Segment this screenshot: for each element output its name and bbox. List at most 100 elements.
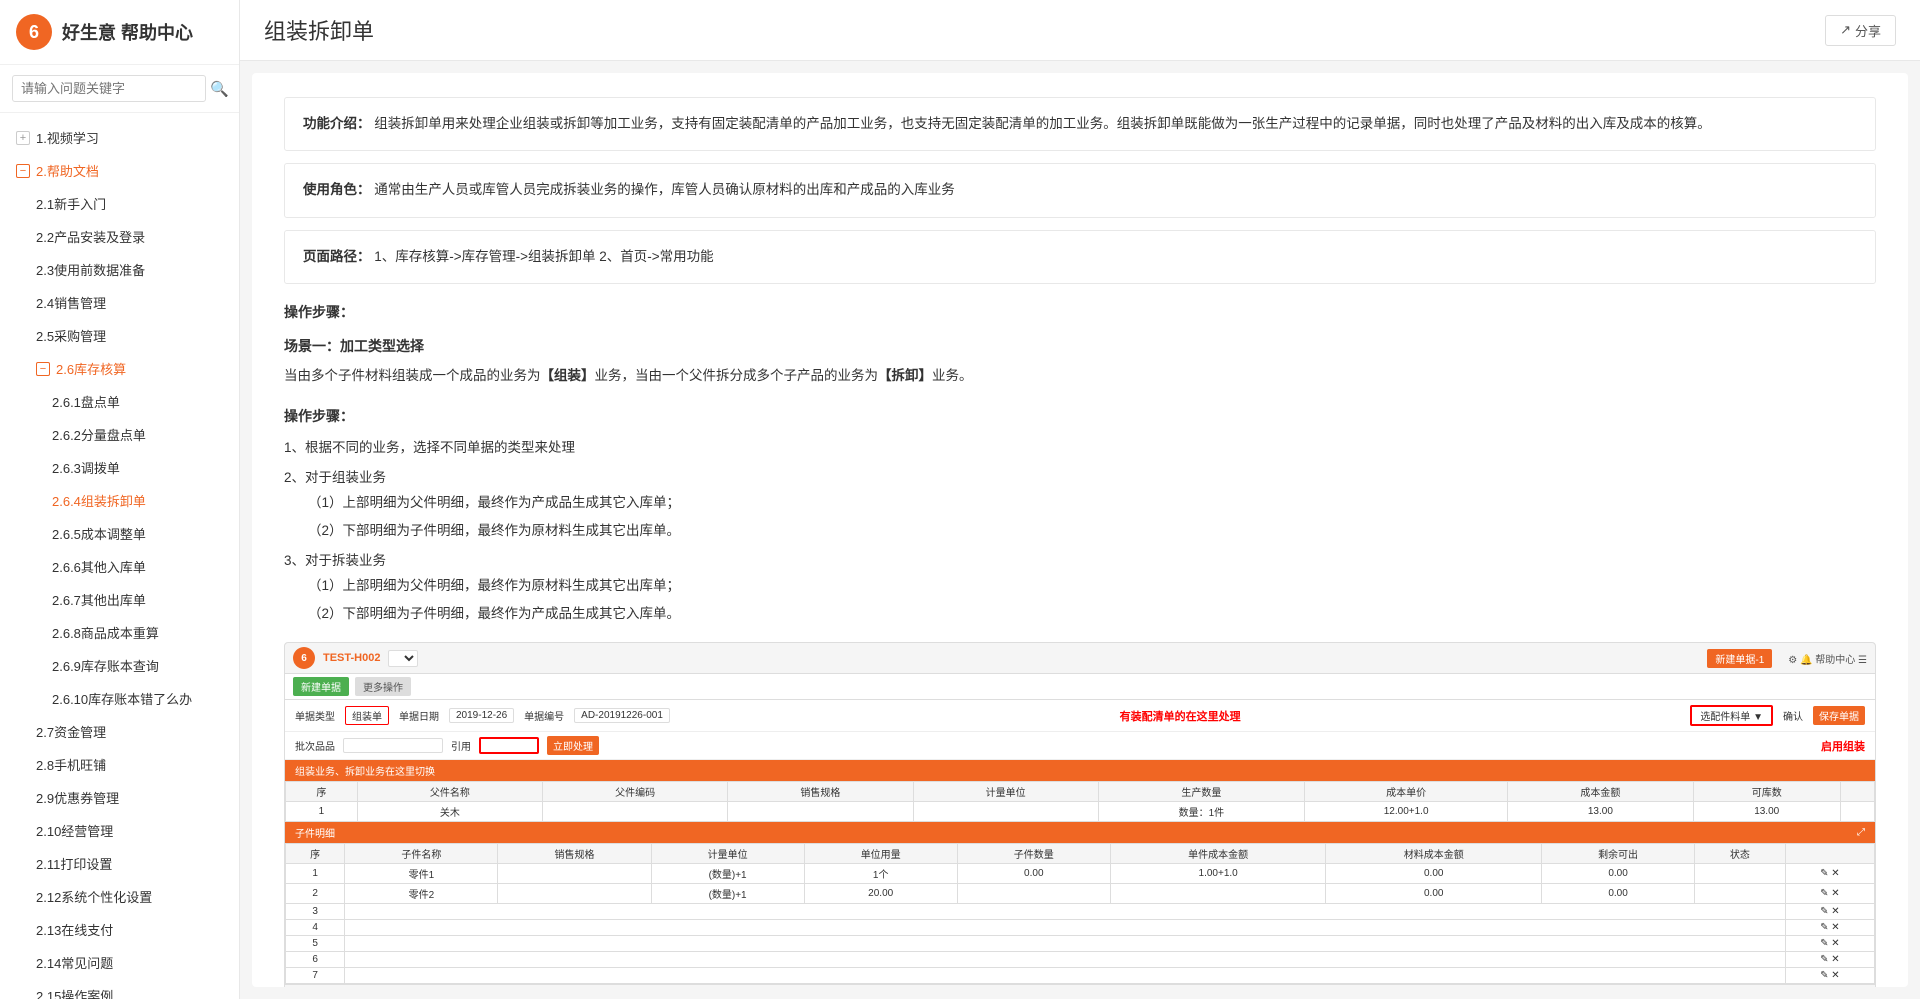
nav-tree: +1.视频学习−2.帮助文档 2.1新手入门 2.2产品安装及登录 2.3使用前数据准…: [0, 113, 239, 999]
app-tab-new[interactable]: 新建单据: [293, 677, 349, 696]
top-bar: 组装拆卸单 ↗ 分享: [240, 0, 1920, 61]
col-cost-unit: 成本单价: [1305, 782, 1508, 802]
logo-area: 6 好生意 帮助中心: [0, 0, 239, 65]
col-qty: 生产数量: [1098, 782, 1304, 802]
sidebar-item-nav-2-6-10[interactable]: 2.6.10库存账本错了么办: [0, 682, 239, 715]
sidebar-item-nav-2-6-9[interactable]: 2.6.9库存账本查询: [0, 649, 239, 682]
cell-cost-unit: 12.00+1.0: [1305, 802, 1508, 822]
sidebar-item-nav-2-3[interactable]: 2.3使用前数据准备: [0, 253, 239, 286]
steps-list: 1、根据不同的业务，选择不同单据的类型来处理 2、对于组装业务 （1）上部明细为…: [284, 436, 1876, 626]
child-table-container: 序 子件名称 销售规格 计量单位 单位用量 子件数量 单件成本金额 材料成本金额…: [285, 843, 1875, 984]
app-new-doc-btn[interactable]: 新建单据-1: [1707, 649, 1772, 668]
nav-item-label: 2.6.9库存账本查询: [52, 656, 159, 675]
nav-item-label: 2.5采购管理: [36, 326, 106, 345]
parent-table: 序 父件名称 父件编码 销售规格 计量单位 生产数量 成本单价 成本金额 可库数: [285, 781, 1875, 822]
sidebar-item-nav-1[interactable]: +1.视频学习: [0, 121, 239, 154]
sidebar-item-nav-2-6-3[interactable]: 2.6.3调拨单: [0, 451, 239, 484]
sidebar-item-nav-2-6-2[interactable]: 2.6.2分量盘点单: [0, 418, 239, 451]
sidebar-item-nav-2-6-1[interactable]: 2.6.1盘点单: [0, 385, 239, 418]
nav-item-label: 1.视频学习: [36, 128, 99, 147]
sidebar: 6 好生意 帮助中心 🔍 +1.视频学习−2.帮助文档 2.1新手入门 2.2产品安…: [0, 0, 240, 999]
sidebar-item-nav-2-7[interactable]: 2.7资金管理: [0, 715, 239, 748]
col-seq: 序: [286, 782, 358, 802]
sidebar-item-nav-2-2[interactable]: 2.2产品安装及登录: [0, 220, 239, 253]
doc-no-value: AD-20191226-001: [574, 708, 670, 723]
btn-apply[interactable]: 立即处理: [547, 736, 599, 755]
role-text: 通常由生产人员或库管人员完成拆装业务的操作，库管人员确认原材料的出库和产成品的入…: [374, 182, 955, 197]
sidebar-item-nav-2-5[interactable]: 2.5采购管理: [0, 319, 239, 352]
cell-cost-amt: 13.00: [1508, 802, 1693, 822]
batch-input[interactable]: [343, 738, 443, 753]
col-avail: 可库数: [1693, 782, 1840, 802]
sidebar-item-nav-2-13[interactable]: 2.13在线支付: [0, 913, 239, 946]
sidebar-item-nav-2-10[interactable]: 2.10经营管理: [0, 814, 239, 847]
sidebar-item-nav-2-6[interactable]: −2.6库存核算: [0, 352, 239, 385]
sidebar-item-nav-2-6-8[interactable]: 2.6.8商品成本重算: [0, 616, 239, 649]
table-row: 3✎ ✕: [286, 904, 1875, 920]
nav-item-label: 2.6.3调拨单: [52, 458, 120, 477]
ops-steps-title: 操作步骤：: [284, 406, 1876, 426]
ref-input[interactable]: [479, 737, 539, 754]
sidebar-item-nav-2-6-7[interactable]: 2.6.7其他出库单: [0, 583, 239, 616]
nav-item-label: 2.8手机旺铺: [36, 755, 106, 774]
path-block: 页面路径： 1、库存核算->库存管理->组装拆卸单 2、首页->常用功能: [284, 230, 1876, 284]
app-company-name: TEST-H002: [323, 652, 380, 664]
ch-col-qty: 子件数量: [957, 844, 1110, 864]
date-value: 2019-12-26: [449, 708, 514, 723]
page-title: 组装拆卸单: [264, 14, 374, 46]
cell-avail: 13.00: [1693, 802, 1840, 822]
sidebar-item-nav-2-8[interactable]: 2.8手机旺铺: [0, 748, 239, 781]
step-1: 1、根据不同的业务，选择不同单据的类型来处理: [284, 436, 1876, 460]
sub-steps-3: （1）上部明细为父件明细，最终作为原材料生成其它出库单； （2）下部明细为子件明…: [284, 574, 1876, 627]
nav-item-label: 2.12系统个性化设置: [36, 887, 152, 906]
role-block: 使用角色： 通常由生产人员或库管人员完成拆装业务的操作，库管人员确认原材料的出库…: [284, 163, 1876, 217]
sidebar-item-nav-2-9[interactable]: 2.9优惠券管理: [0, 781, 239, 814]
nav-item-label: 2.帮助文档: [36, 161, 99, 180]
table-row: 1 关木 数量：1件 12.00+1.0 13.00 13.00: [286, 802, 1875, 822]
step-2: 2、对于组装业务 （1）上部明细为父件明细，最终作为产成品生成其它入库单； （2…: [284, 466, 1876, 543]
annotation-3-text: 组装业务、拆卸业务在这里切换: [295, 763, 435, 778]
annotation-1: 有装配清单的在这里处理: [680, 708, 1680, 724]
sidebar-item-nav-2-6-6[interactable]: 2.6.6其他入库单: [0, 550, 239, 583]
batch-label: 批次品品: [295, 738, 335, 753]
col-unit: 计量单位: [913, 782, 1098, 802]
share-label: 分享: [1855, 21, 1881, 40]
nav-item-label: 2.1新手入门: [36, 194, 106, 213]
ch-col-unit-cost: 单件成本金额: [1110, 844, 1326, 864]
nav-item-label: 2.15操作案例: [36, 986, 113, 999]
app-form-row: 单据类型 组装单 单据日期 2019-12-26 单据编号 AD-2019122…: [285, 700, 1875, 732]
sidebar-item-nav-2-1[interactable]: 2.1新手入门: [0, 187, 239, 220]
annotation3-bar: 组装业务、拆卸业务在这里切换: [285, 760, 1875, 781]
nav-item-label: 2.6.10库存账本错了么办: [52, 689, 192, 708]
search-input[interactable]: [12, 75, 206, 102]
nav-item-label: 2.3使用前数据准备: [36, 260, 145, 279]
share-button[interactable]: ↗ 分享: [1825, 15, 1896, 46]
cell-spec: [728, 802, 913, 822]
app-tab-more[interactable]: 更多操作: [355, 677, 411, 696]
feature-intro-label: 功能介绍：: [303, 116, 371, 131]
sidebar-item-nav-2-12[interactable]: 2.12系统个性化设置: [0, 880, 239, 913]
btn-confirm-save[interactable]: 保存单据: [1813, 706, 1865, 725]
search-button[interactable]: 🔍: [210, 80, 229, 98]
doc-type-value: 组装单: [345, 706, 389, 725]
feature-intro-text: 组装拆卸单用来处理企业组装或拆卸等加工业务，支持有固定装配清单的产品加工业务，也…: [374, 116, 1711, 131]
cell-parent-code: [543, 802, 728, 822]
nav-item-label: 2.9优惠券管理: [36, 788, 119, 807]
step-3: 3、对于拆装业务 （1）上部明细为父件明细，最终作为原材料生成其它出库单； （2…: [284, 549, 1876, 626]
app-company-select[interactable]: [388, 650, 418, 667]
sub-section-title: 子件明细: [295, 825, 335, 840]
nav-item-label: 2.6.1盘点单: [52, 392, 120, 411]
sidebar-item-nav-2-6-4[interactable]: 2.6.4组装拆卸单: [0, 484, 239, 517]
btn-select-bom[interactable]: 选配件料单 ▼: [1690, 705, 1773, 726]
col-parent-name: 父件名称: [357, 782, 542, 802]
nav-item-label: 2.13在线支付: [36, 920, 113, 939]
cell-qty: 数量：1件: [1098, 802, 1304, 822]
scenario1-desc: 当由多个子件材料组装成一个成品的业务为【组装】业务，当由一个父件拆分成多个子产品…: [284, 364, 1876, 388]
sidebar-item-nav-2[interactable]: −2.帮助文档: [0, 154, 239, 187]
sidebar-item-nav-2-6-5[interactable]: 2.6.5成本调整单: [0, 517, 239, 550]
sidebar-item-nav-2-4[interactable]: 2.4销售管理: [0, 286, 239, 319]
nav-item-label: 2.6库存核算: [56, 359, 126, 378]
sidebar-item-nav-2-15[interactable]: 2.15操作案例: [0, 979, 239, 999]
sidebar-item-nav-2-14[interactable]: 2.14常见问题: [0, 946, 239, 979]
sidebar-item-nav-2-11[interactable]: 2.11打印设置: [0, 847, 239, 880]
